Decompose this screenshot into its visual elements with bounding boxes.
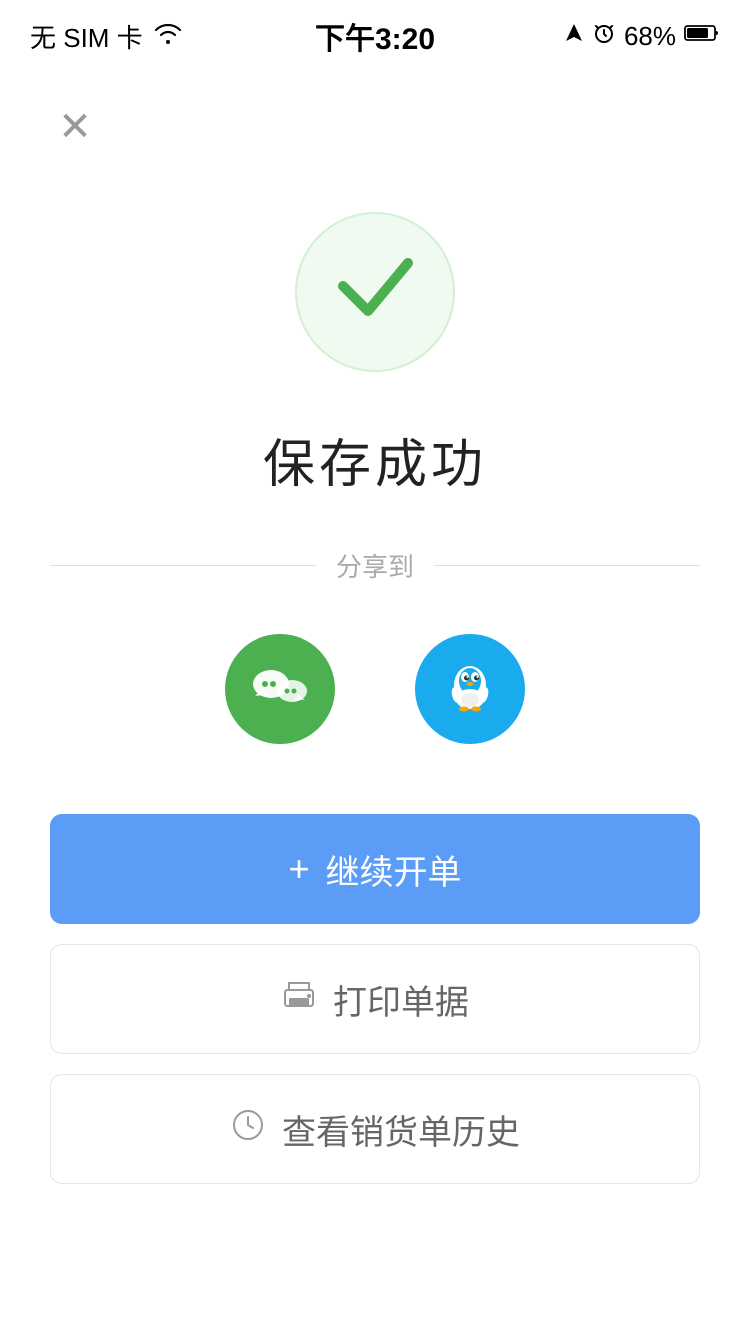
wechat-share-button[interactable] (225, 634, 335, 744)
share-label: 分享到 (316, 547, 434, 584)
continue-order-button[interactable]: + 继续开单 (50, 814, 700, 924)
success-title: 保存成功 (263, 422, 487, 497)
print-button[interactable]: 打印单据 (50, 944, 700, 1054)
close-button[interactable]: ✕ (50, 102, 100, 152)
battery-icon (684, 22, 720, 50)
print-label: 打印单据 (333, 975, 469, 1024)
continue-label: 继续开单 (326, 845, 462, 894)
wechat-icon (245, 654, 315, 724)
no-sim-label: 无 SIM 卡 (30, 18, 143, 55)
check-circle (295, 212, 455, 372)
share-divider: 分享到 (50, 547, 700, 584)
history-label: 查看销货单历史 (282, 1105, 520, 1154)
share-section: 分享到 (0, 547, 750, 794)
location-icon (564, 22, 584, 51)
status-time: 下午3:20 (315, 14, 435, 58)
page-content: ✕ 保存成功 分享到 (0, 72, 750, 1334)
divider-left (50, 565, 316, 566)
close-icon: ✕ (58, 107, 92, 147)
status-bar: 无 SIM 卡 下午3:20 68% (0, 0, 750, 72)
battery-label: 68% (624, 21, 676, 52)
alarm-icon (592, 21, 616, 52)
qq-icon (438, 657, 503, 722)
plus-icon: + (288, 851, 309, 887)
divider-right (434, 565, 700, 566)
success-section: 保存成功 (0, 152, 750, 547)
history-button[interactable]: 查看销货单历史 (50, 1074, 700, 1184)
printer-icon (281, 978, 317, 1021)
checkmark-icon (333, 248, 418, 336)
history-icon (230, 1107, 266, 1152)
share-icons (50, 634, 700, 744)
wifi-icon (153, 21, 183, 52)
status-right: 68% (564, 21, 720, 52)
status-left: 无 SIM 卡 (30, 18, 183, 55)
action-section: + 继续开单 打印单据 查看销货单历史 (0, 794, 750, 1184)
qq-share-button[interactable] (415, 634, 525, 744)
